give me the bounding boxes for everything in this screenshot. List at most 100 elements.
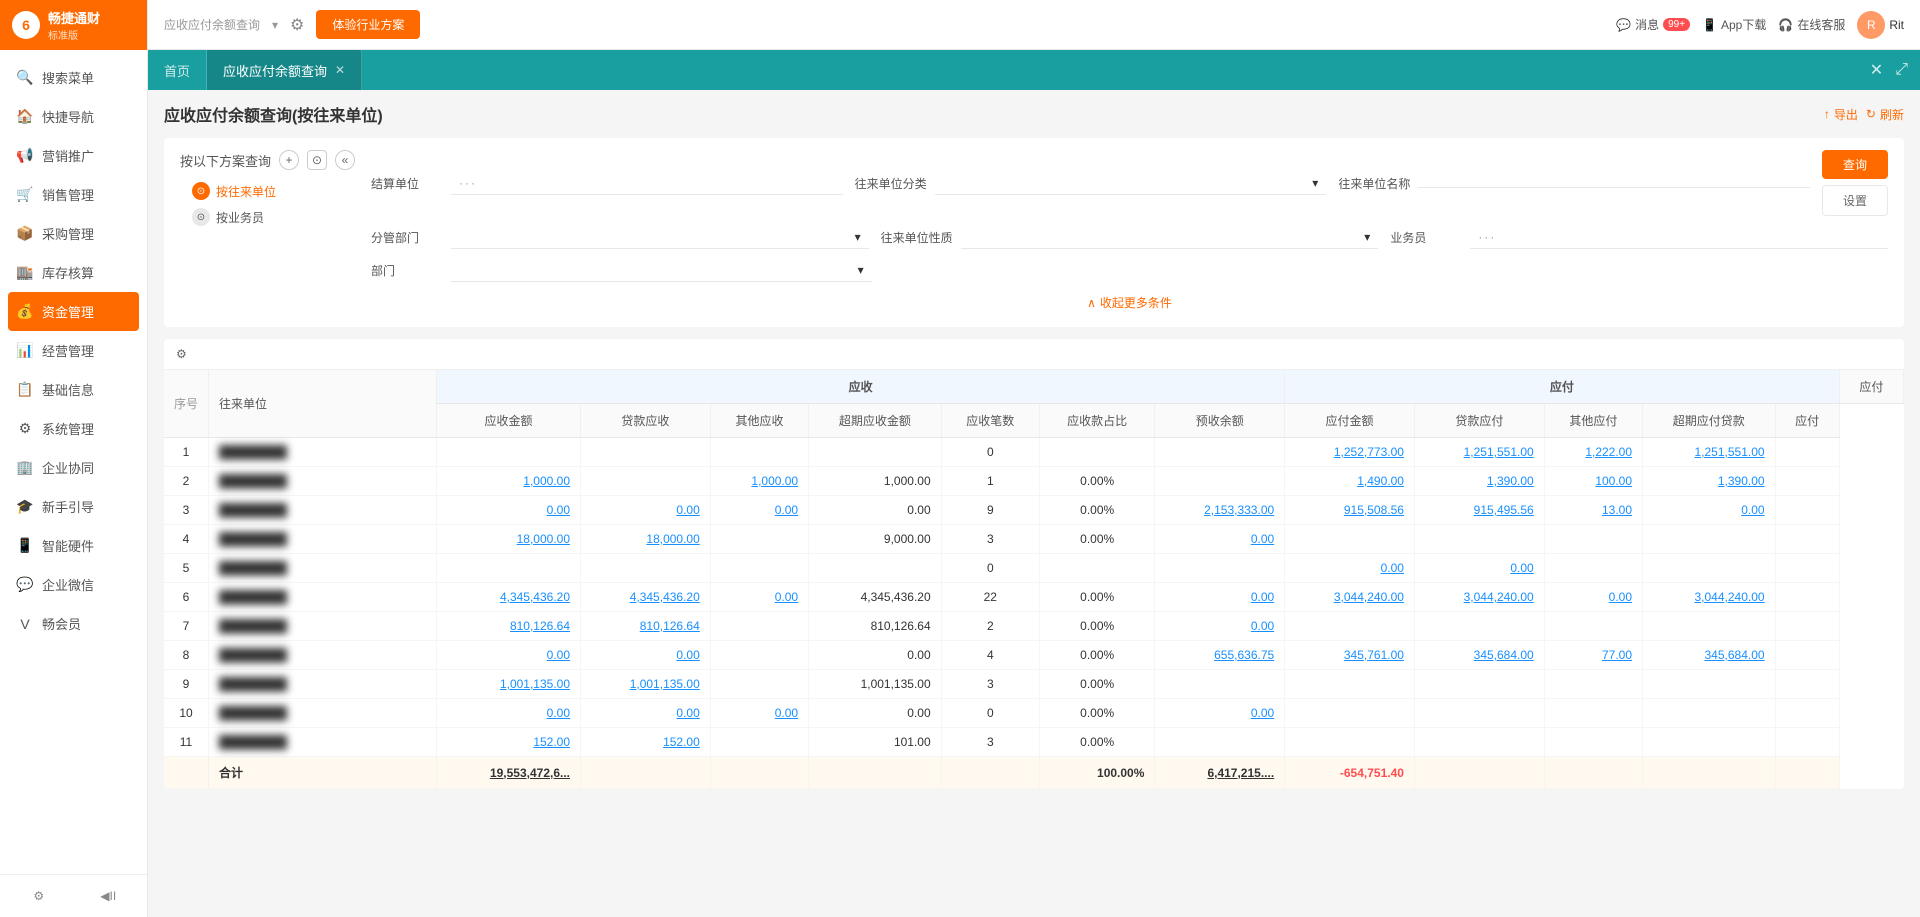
header-online-service[interactable]: 🎧 在线客服 (1778, 16, 1845, 33)
sidebar-item-inventory[interactable]: 🏬 库存核算 (0, 253, 147, 292)
filter-option-partner[interactable]: ⊙ 按往来单位 (192, 182, 276, 200)
dept-select[interactable]: ▾ (451, 259, 872, 282)
col-payable-group-header: 应付 (1285, 370, 1840, 404)
header-user[interactable]: R Rit (1857, 11, 1904, 39)
sidebar-item-corp[interactable]: 🏢 企业协同 (0, 448, 147, 487)
col-loan-payable-header: 贷款应付 (1414, 404, 1544, 438)
table-row: 4████████18,000.0018,000.009,000.0030.00… (164, 525, 1904, 554)
sidebar-item-corp-label: 企业协同 (42, 458, 94, 477)
filter-row-2: 分管部门 ▾ 往来单位性质 ▾ (371, 226, 1888, 249)
tab-close-icon[interactable]: ✕ (335, 63, 345, 77)
export-label: 导出 (1834, 106, 1858, 123)
collapse-icon: ∧ (1087, 296, 1096, 310)
partner-name-input[interactable] (1418, 179, 1810, 188)
filter-options: ⊙ 按往来单位 ⊙ 按业务员 (180, 182, 355, 226)
total-other-receivable (710, 757, 808, 789)
sidebar-item-sales[interactable]: 🛒 销售管理 (0, 175, 147, 214)
filter-dept: 部门 ▾ (371, 259, 872, 282)
sidebar-item-search[interactable]: 🔍 搜索菜单 (0, 58, 147, 97)
managing-dept-label: 分管部门 (371, 229, 451, 246)
tab-home[interactable]: 首页 (148, 50, 207, 90)
header-dropdown-icon[interactable]: ▾ (272, 18, 278, 32)
total-receivable-amount[interactable]: 19,553,472,6... (437, 757, 581, 789)
filter-collapse-button[interactable]: ∧ 收起更多条件 (371, 290, 1888, 315)
settlement-unit-label: 结算单位 (371, 175, 451, 192)
filter-right: 结算单位 ··· 往来单位分类 ▾ (371, 150, 1888, 315)
wechat-icon: 💬 (16, 576, 34, 593)
dept-label: 部门 (371, 262, 451, 279)
sidebar-item-basic[interactable]: 📋 基础信息 (0, 370, 147, 409)
sidebar-item-search-label: 搜索菜单 (42, 68, 94, 87)
header-app-download[interactable]: 📱 App下载 (1702, 16, 1766, 33)
managing-dept-select[interactable]: ▾ (451, 226, 869, 249)
operations-icon: 📊 (16, 342, 34, 359)
hardware-icon: 📱 (16, 537, 34, 554)
sidebar-item-guide[interactable]: 🎓 新手引导 (0, 487, 147, 526)
col-receivable-count-header: 应收笔数 (941, 404, 1039, 438)
col-receivable-amount-header: 应收金额 (437, 404, 581, 438)
sidebar-settings-button[interactable]: ⚙ (8, 883, 70, 909)
export-button[interactable]: ↑ 导出 (1824, 106, 1858, 123)
sidebar-item-finance-label: 资金管理 (42, 302, 94, 321)
export-icon: ↑ (1824, 107, 1830, 121)
table-settings-icon[interactable]: ⚙ (176, 347, 187, 361)
guide-icon: 🎓 (16, 498, 34, 515)
salesperson-dots[interactable]: ··· (1478, 230, 1496, 244)
refresh-label: 刷新 (1880, 106, 1904, 123)
sidebar-bottom: ⚙ ◀II (0, 874, 147, 917)
dept-arrow: ▾ (858, 263, 864, 277)
user-name: Rit (1889, 18, 1904, 32)
sidebar-item-hardware[interactable]: 📱 智能硬件 (0, 526, 147, 565)
sidebar-item-quick-nav[interactable]: 🏠 快捷导航 (0, 97, 147, 136)
sidebar-item-wechat[interactable]: 💬 企业微信 (0, 565, 147, 604)
sidebar-item-vip[interactable]: V 畅会员 (0, 604, 147, 643)
filter-row-3: 部门 ▾ (371, 259, 1888, 282)
sidebar-collapse-button[interactable]: ◀II (78, 883, 140, 909)
tab-expand-icon[interactable]: ⤢ (1895, 61, 1908, 79)
total-receivable-ratio: 100.00% (1039, 757, 1154, 789)
total-advance-balance[interactable]: 6,417,215.... (1155, 757, 1285, 789)
tab-close-window-icon[interactable]: ✕ (1870, 60, 1883, 80)
filter-partner-category: 往来单位分类 ▾ (855, 150, 1327, 216)
trial-button[interactable]: 体验行业方案 (316, 10, 420, 39)
sidebar-item-purchase[interactable]: 📦 采购管理 (0, 214, 147, 253)
logo: 6 畅捷通财 标准版 (0, 0, 147, 50)
settlement-unit-input[interactable]: ··· (451, 172, 843, 195)
filter-managing-dept: 分管部门 ▾ (371, 226, 869, 249)
collapse-label: 收起更多条件 (1100, 294, 1172, 311)
filter-add-button[interactable]: + (279, 150, 299, 170)
header-gear-icon[interactable]: ⚙ (290, 15, 304, 35)
header: 应收应付余额查询 ▾ ⚙ 体验行业方案 💬 消息 99+ 📱 App下载 🎧 在… (148, 0, 1920, 50)
tab-receivable[interactable]: 应收应付余额查询 ✕ (207, 50, 362, 90)
partner-nature-select[interactable]: ▾ (961, 226, 1379, 249)
col-loan-receivable-header: 贷款应收 (581, 404, 711, 438)
header-messages[interactable]: 💬 消息 99+ (1616, 16, 1690, 33)
filter-settings-button[interactable]: ⊙ (307, 150, 327, 170)
filter-left: 按以下方案查询 + ⊙ « ⊙ 按往来单位 ⊙ (180, 150, 355, 315)
col-other-receivable-header: 其他应收 (710, 404, 808, 438)
settlement-unit-dots[interactable]: ··· (459, 176, 477, 190)
col-partner-header: 往来单位 (209, 370, 437, 438)
partner-category-select[interactable]: ▾ (935, 172, 1327, 195)
sidebar-item-system[interactable]: ⚙ 系统管理 (0, 409, 147, 448)
corp-icon: 🏢 (16, 459, 34, 476)
filter-settlement-unit: 结算单位 ··· (371, 150, 843, 216)
table-toolbar: ⚙ (164, 339, 1904, 370)
sidebar-item-marketing[interactable]: 📢 营销推广 (0, 136, 147, 175)
sidebar-item-marketing-label: 营销推广 (42, 146, 94, 165)
table-row: 9████████1,001,135.001,001,135.001,001,1… (164, 670, 1904, 699)
total-loan-receivable (581, 757, 711, 789)
sidebar-item-finance[interactable]: 💰 资金管理 (8, 292, 139, 331)
salesperson-input[interactable]: ··· (1470, 226, 1888, 249)
filter-option-salesperson[interactable]: ⊙ 按业务员 (192, 208, 276, 226)
sidebar-item-operations[interactable]: 📊 经营管理 (0, 331, 147, 370)
query-button[interactable]: 查询 (1822, 150, 1888, 179)
filter-arrow-button[interactable]: « (335, 150, 355, 170)
total-overdue-receivable (809, 757, 942, 789)
sidebar-item-system-label: 系统管理 (42, 419, 94, 438)
logo-icon: 6 (12, 11, 40, 39)
settings-query-button[interactable]: 设置 (1822, 185, 1888, 216)
refresh-button[interactable]: ↻ 刷新 (1866, 106, 1904, 123)
table-row: 11████████152.00152.00101.0030.00% (164, 728, 1904, 757)
total-payable-amount: -654,751.40 (1285, 757, 1415, 789)
